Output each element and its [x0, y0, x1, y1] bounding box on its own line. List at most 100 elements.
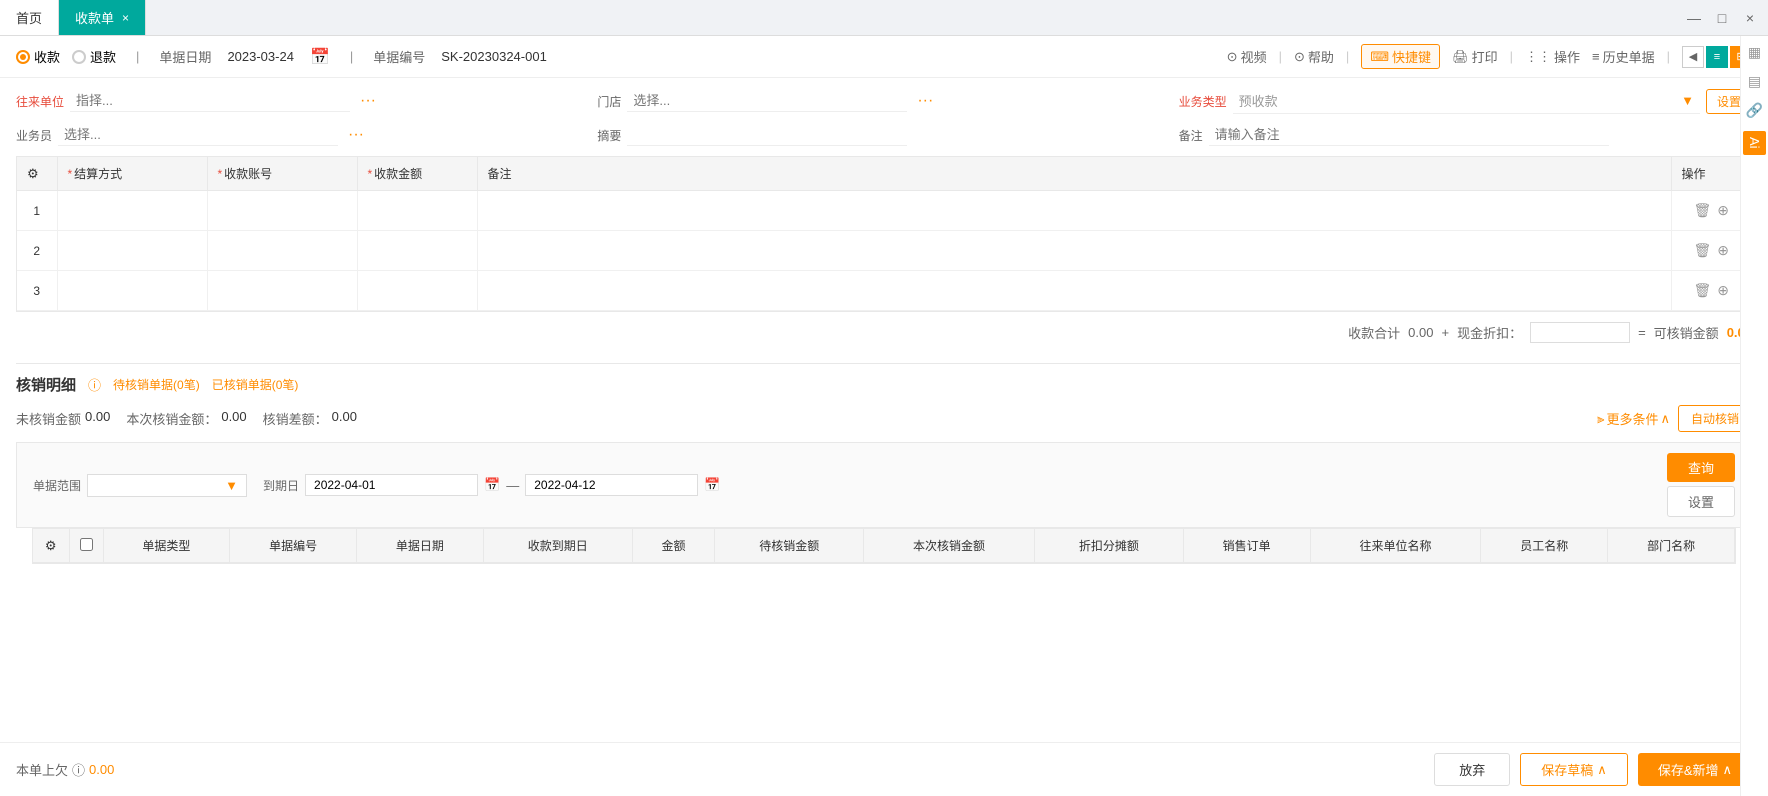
store-col: 门店 ··· [597, 90, 1170, 112]
range-select[interactable]: ▼ [87, 474, 247, 497]
row-3-settle[interactable] [57, 271, 207, 311]
info-icon[interactable]: ⓘ [72, 760, 85, 779]
row-2-delete-icon[interactable]: 🗑 [1693, 242, 1711, 259]
gear-icon: ⚙ [27, 166, 39, 181]
salesman-input[interactable] [58, 124, 338, 146]
help-label: 帮助 [1308, 47, 1334, 66]
window-controls: — □ × [1684, 8, 1768, 28]
form-row-1: 往来单位 ··· 门店 ··· 业务类型 预收款 ▼ 设置 [16, 88, 1752, 114]
tab-close-icon[interactable]: × [122, 11, 129, 25]
discard-button[interactable]: 放弃 [1434, 753, 1510, 786]
filter-action-btns: 查询 设置 [1667, 453, 1735, 517]
row-2-num: 2 [17, 231, 57, 271]
hexiao-info-icon[interactable]: ⓘ [88, 375, 101, 394]
counterpart-input[interactable] [70, 90, 350, 112]
counterpart-more-icon[interactable]: ··· [360, 92, 376, 110]
col-settings-icon-header[interactable]: ⚙ [17, 157, 57, 191]
history-action[interactable]: ≡ 历史单据 [1592, 47, 1655, 66]
bt-amount-header: 金额 [632, 529, 715, 563]
prev-btn[interactable]: ◀ [1682, 46, 1704, 68]
pending-tab[interactable]: 待核销单据(0笔) [113, 376, 200, 393]
row-1-delete-icon[interactable]: 🗑 [1693, 202, 1711, 219]
row-3-account[interactable] [207, 271, 357, 311]
bt-checkbox-header[interactable] [69, 529, 103, 563]
row-1-copy-icon[interactable]: ⊕ [1717, 202, 1729, 219]
form-row-2: 业务员 ··· 摘要 备注 [16, 124, 1752, 146]
biz-type-value: 预收款 [1239, 91, 1278, 110]
calendar-end-icon[interactable]: 📅 [704, 477, 720, 493]
unchecked-label: 未核销金额 [16, 409, 81, 428]
maximize-button[interactable]: □ [1712, 8, 1732, 28]
sidebar-list-icon[interactable]: ▤ [1748, 73, 1761, 90]
salesman-more-icon[interactable]: ··· [348, 126, 364, 144]
date-filter-col: 到期日 📅 — 📅 [263, 474, 720, 496]
minimize-button[interactable]: — [1684, 8, 1704, 28]
row-2-remark[interactable] [477, 231, 1671, 271]
counterpart-col: 往来单位 ··· [16, 90, 589, 112]
salesman-col: 业务员 ··· [16, 124, 589, 146]
more-conditions-btn[interactable]: ⫸ 更多条件 ∧ [1597, 409, 1670, 428]
close-button[interactable]: × [1740, 8, 1760, 28]
total-label: 收款合计 [1348, 323, 1400, 342]
sep1: | [1279, 49, 1282, 64]
remark-input[interactable] [1209, 124, 1609, 146]
total-value: 0.00 [1408, 325, 1433, 340]
print-action[interactable]: 🖨 打印 [1452, 47, 1498, 66]
store-input[interactable] [627, 90, 907, 112]
row-1-settle[interactable] [57, 191, 207, 231]
row-1-account[interactable] [207, 191, 357, 231]
date-start-input[interactable] [305, 474, 478, 496]
help-action[interactable]: ⊙ 帮助 [1294, 47, 1334, 66]
radio-receipt[interactable]: 收款 [16, 47, 60, 66]
row-3-remark[interactable] [477, 271, 1671, 311]
toolbar-right-actions: ⊙ 视频 | ⊙ 帮助 | ⌨ 快捷键 🖨 打印 | ⋮⋮ 操作 [1227, 44, 1752, 69]
sep3: | [1510, 49, 1513, 64]
sidebar-link-icon[interactable]: 🔗 [1746, 102, 1763, 119]
calendar-icon[interactable]: 📅 [310, 47, 330, 67]
filter-setting-button[interactable]: 设置 [1667, 486, 1735, 517]
unchecked-value: 0.00 [85, 409, 110, 428]
sidebar-table-icon[interactable]: ▦ [1748, 44, 1761, 61]
row-1-amount[interactable] [357, 191, 477, 231]
ai-button[interactable]: Ai [1743, 131, 1766, 155]
receipt-table-section: ⚙ 结算方式 收款账号 收款金额 备注 操作 1 [16, 156, 1752, 312]
memo-col: 摘要 [597, 124, 1170, 146]
row-2-amount[interactable] [357, 231, 477, 271]
biz-type-select[interactable]: 预收款 ▼ [1233, 88, 1700, 114]
row-2-settle[interactable] [57, 231, 207, 271]
date-end-input[interactable] [525, 474, 698, 496]
history-icon: ≡ [1592, 49, 1600, 64]
save-draft-button[interactable]: 保存草稿 ∧ [1520, 753, 1628, 786]
video-action[interactable]: ⊙ 视频 [1227, 47, 1267, 66]
store-more-icon[interactable]: ··· [917, 92, 933, 110]
select-all-checkbox[interactable] [80, 538, 93, 551]
tab-receipt-label: 收款单 [75, 8, 114, 27]
tab-bar: 首页 收款单 × — □ × [0, 0, 1768, 36]
list-view-btn[interactable]: ≡ [1706, 46, 1728, 68]
done-tab[interactable]: 已核销单据(0笔) [212, 376, 299, 393]
row-2-account[interactable] [207, 231, 357, 271]
row-1-actions: 🗑 ⊕ [1671, 191, 1751, 231]
bt-settings-header[interactable]: ⚙ [33, 529, 69, 563]
bottom-table: ⚙ 单据类型 单据编号 单据日期 收款到期日 金额 待核销金额 本次核销金额 折… [33, 529, 1735, 563]
calendar-start-icon[interactable]: 📅 [484, 477, 500, 493]
save-new-button[interactable]: 保存&新增 ∧ [1638, 753, 1752, 786]
row-3-copy-icon[interactable]: ⊕ [1717, 282, 1729, 299]
row-2-copy-icon[interactable]: ⊕ [1717, 242, 1729, 259]
query-button[interactable]: 查询 [1667, 453, 1735, 482]
row-3-amount[interactable] [357, 271, 477, 311]
shortcut-action[interactable]: ⌨ 快捷键 [1361, 44, 1440, 69]
tab-home[interactable]: 首页 [0, 0, 59, 35]
tab-receipt[interactable]: 收款单 × [59, 0, 146, 35]
divider1: | [136, 49, 139, 64]
row-1-remark[interactable] [477, 191, 1671, 231]
operations-action[interactable]: ⋮⋮ 操作 [1525, 47, 1580, 66]
memo-input[interactable] [627, 124, 907, 146]
discount-input[interactable] [1530, 322, 1630, 343]
date-label: 单据日期 [159, 47, 211, 66]
row-3-delete-icon[interactable]: 🗑 [1693, 282, 1711, 299]
remark-col: 备注 [1179, 124, 1752, 146]
draft-arrow-icon: ∧ [1597, 762, 1607, 778]
sep2: | [1346, 49, 1349, 64]
radio-refund[interactable]: 退款 [72, 47, 116, 66]
